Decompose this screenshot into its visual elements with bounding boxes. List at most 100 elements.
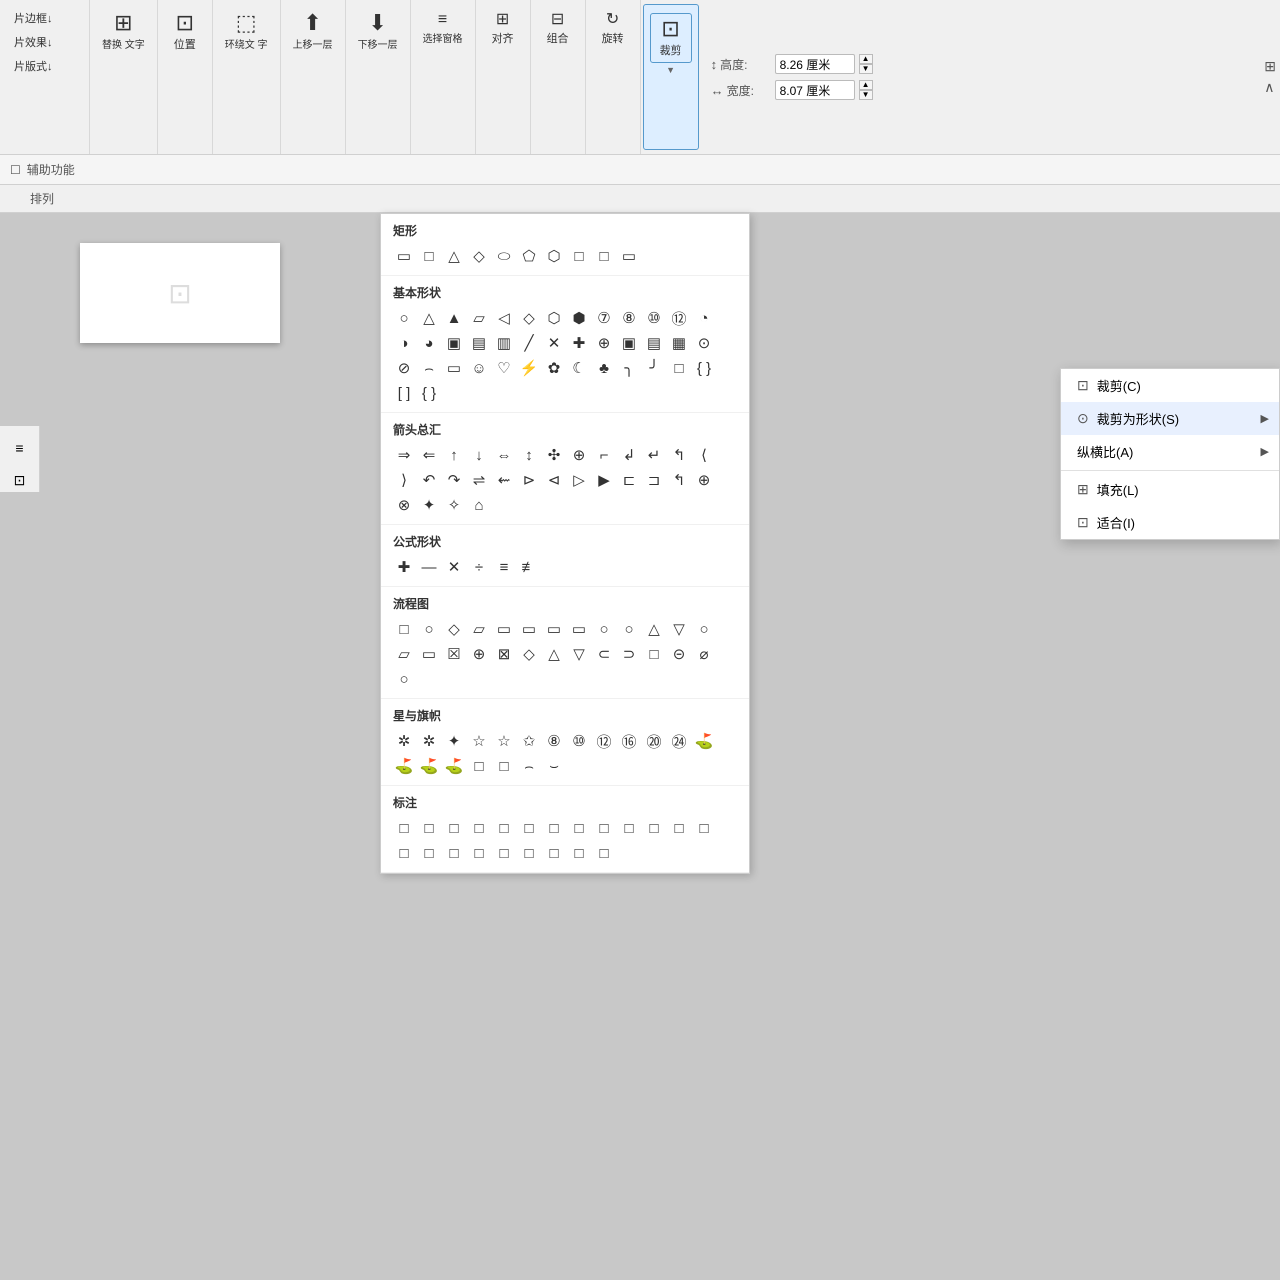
shape-flow-17[interactable]: ⊕: [468, 643, 490, 665]
crop-button[interactable]: ⊡ 裁剪: [650, 13, 692, 63]
width-input[interactable]: [775, 80, 855, 100]
shape-formula-3[interactable]: ✕: [443, 556, 465, 578]
width-down-button[interactable]: ▼: [859, 90, 873, 100]
shape-callout-21[interactable]: □: [568, 842, 590, 864]
shape-basic-13[interactable]: ◔: [693, 307, 715, 329]
shape-formula-4[interactable]: ÷: [468, 556, 490, 578]
shape-arrow-19[interactable]: ⊳: [518, 469, 540, 491]
move-forward-button[interactable]: ⬆ 上移一层: [287, 8, 339, 55]
height-spinner[interactable]: ▲ ▼: [859, 54, 873, 74]
shape-flow-24[interactable]: □: [643, 643, 665, 665]
expand-icon[interactable]: ⊞: [1264, 58, 1276, 75]
shape-basic-1[interactable]: ○: [393, 307, 415, 329]
shape-basic-20[interactable]: ✕: [543, 332, 565, 354]
shape-flow-16[interactable]: ☒: [443, 643, 465, 665]
align-button[interactable]: ⊞ 对齐: [482, 8, 524, 50]
shape-arrow-27[interactable]: ⊗: [393, 494, 415, 516]
shape-arrow-8[interactable]: ⊕: [568, 444, 590, 466]
shape-flow-22[interactable]: ⊂: [593, 643, 615, 665]
shape-callout-17[interactable]: □: [468, 842, 490, 864]
position-button[interactable]: ⊡ 位置: [164, 8, 206, 56]
fit-menu-item[interactable]: ⊡ 适合(I): [1061, 506, 1279, 539]
crop-dropdown[interactable]: ▼: [666, 65, 675, 75]
shape-flow-20[interactable]: △: [543, 643, 565, 665]
height-down-button[interactable]: ▼: [859, 64, 873, 74]
shape-callout-1[interactable]: □: [393, 817, 415, 839]
shape-rect-4[interactable]: ◇: [468, 245, 490, 267]
shape-flow-9[interactable]: ○: [593, 618, 615, 640]
shape-callout-2[interactable]: □: [418, 817, 440, 839]
replace-text-button[interactable]: ⊞ 替换 文字: [96, 8, 151, 55]
move-backward-button[interactable]: ⬇ 下移一层: [352, 8, 404, 55]
sidebar-icon-1[interactable]: ≡: [5, 436, 35, 460]
shape-basic-17[interactable]: ▤: [468, 332, 490, 354]
shape-arrow-17[interactable]: ⇌: [468, 469, 490, 491]
shape-callout-19[interactable]: □: [518, 842, 540, 864]
shape-basic-32[interactable]: ⚡: [518, 357, 540, 379]
shape-arrow-21[interactable]: ▷: [568, 469, 590, 491]
shape-flow-5[interactable]: ▭: [493, 618, 515, 640]
shape-flow-8[interactable]: ▭: [568, 618, 590, 640]
collapse-icon[interactable]: ∧: [1264, 79, 1276, 96]
shape-callout-22[interactable]: □: [593, 842, 615, 864]
shape-star-11[interactable]: ⑳: [643, 730, 665, 752]
shape-star-5[interactable]: ☆: [493, 730, 515, 752]
shape-callout-14[interactable]: □: [393, 842, 415, 864]
shape-basic-7[interactable]: ⬡: [543, 307, 565, 329]
shape-basic-30[interactable]: ☺: [468, 357, 490, 379]
shape-arrow-26[interactable]: ⊕: [693, 469, 715, 491]
shape-rect-9[interactable]: □: [593, 245, 615, 267]
select-pane-button[interactable]: ≡ 选择窗格: [417, 8, 469, 49]
shape-callout-8[interactable]: □: [568, 817, 590, 839]
shape-flow-12[interactable]: ▽: [668, 618, 690, 640]
shape-callout-11[interactable]: □: [643, 817, 665, 839]
shape-formula-1[interactable]: ✚: [393, 556, 415, 578]
shape-rect-1[interactable]: ▭: [393, 245, 415, 267]
shape-basic-38[interactable]: □: [668, 357, 690, 379]
shape-flow-10[interactable]: ○: [618, 618, 640, 640]
group-button[interactable]: ⊟ 组合: [537, 8, 579, 50]
shape-flow-15[interactable]: ▭: [418, 643, 440, 665]
shape-star-16[interactable]: ⛳: [443, 755, 465, 777]
crop-as-shape-menu-item[interactable]: ⊙ 裁剪为形状(S) ▶: [1061, 402, 1279, 435]
shape-rect-10[interactable]: ▭: [618, 245, 640, 267]
shape-flow-23[interactable]: ⊃: [618, 643, 640, 665]
sidebar-icon-2[interactable]: ⊡: [5, 468, 35, 492]
shape-basic-12[interactable]: ⑫: [668, 307, 690, 329]
shape-flow-18[interactable]: ⊠: [493, 643, 515, 665]
shape-star-8[interactable]: ⑩: [568, 730, 590, 752]
shape-basic-10[interactable]: ⑧: [618, 307, 640, 329]
shape-arrow-1[interactable]: ⇒: [393, 444, 415, 466]
shape-basic-21[interactable]: ✚: [568, 332, 590, 354]
shape-callout-9[interactable]: □: [593, 817, 615, 839]
shape-basic-35[interactable]: ♣: [593, 357, 615, 379]
shape-arrow-13[interactable]: ⟨: [693, 444, 715, 466]
shape-arrow-30[interactable]: ⌂: [468, 494, 490, 516]
shape-basic-3[interactable]: ▲: [443, 307, 465, 329]
shape-basic-27[interactable]: ⊘: [393, 357, 415, 379]
shape-basic-6[interactable]: ◇: [518, 307, 540, 329]
shape-star-17[interactable]: □: [468, 755, 490, 777]
shape-basic-24[interactable]: ▤: [643, 332, 665, 354]
shape-callout-20[interactable]: □: [543, 842, 565, 864]
shape-rect-7[interactable]: ⬡: [543, 245, 565, 267]
shape-callout-16[interactable]: □: [443, 842, 465, 864]
shape-basic-31[interactable]: ♡: [493, 357, 515, 379]
shape-basic-9[interactable]: ⑦: [593, 307, 615, 329]
shape-star-20[interactable]: ⌣: [543, 755, 565, 777]
shape-flow-4[interactable]: ▱: [468, 618, 490, 640]
shape-star-2[interactable]: ✲: [418, 730, 440, 752]
shape-callout-15[interactable]: □: [418, 842, 440, 864]
shape-flow-1[interactable]: □: [393, 618, 415, 640]
shape-callout-3[interactable]: □: [443, 817, 465, 839]
shape-rect-6[interactable]: ⬠: [518, 245, 540, 267]
shape-flow-7[interactable]: ▭: [543, 618, 565, 640]
shape-formula-2[interactable]: —: [418, 556, 440, 578]
shape-basic-28[interactable]: ⌢: [418, 357, 440, 379]
shape-basic-34[interactable]: ☾: [568, 357, 590, 379]
shape-basic-14[interactable]: ◑: [393, 332, 415, 354]
shape-rect-2[interactable]: □: [418, 245, 440, 267]
height-input[interactable]: [775, 54, 855, 74]
shape-basic-29[interactable]: ▭: [443, 357, 465, 379]
shape-arrow-24[interactable]: ⊐: [643, 469, 665, 491]
